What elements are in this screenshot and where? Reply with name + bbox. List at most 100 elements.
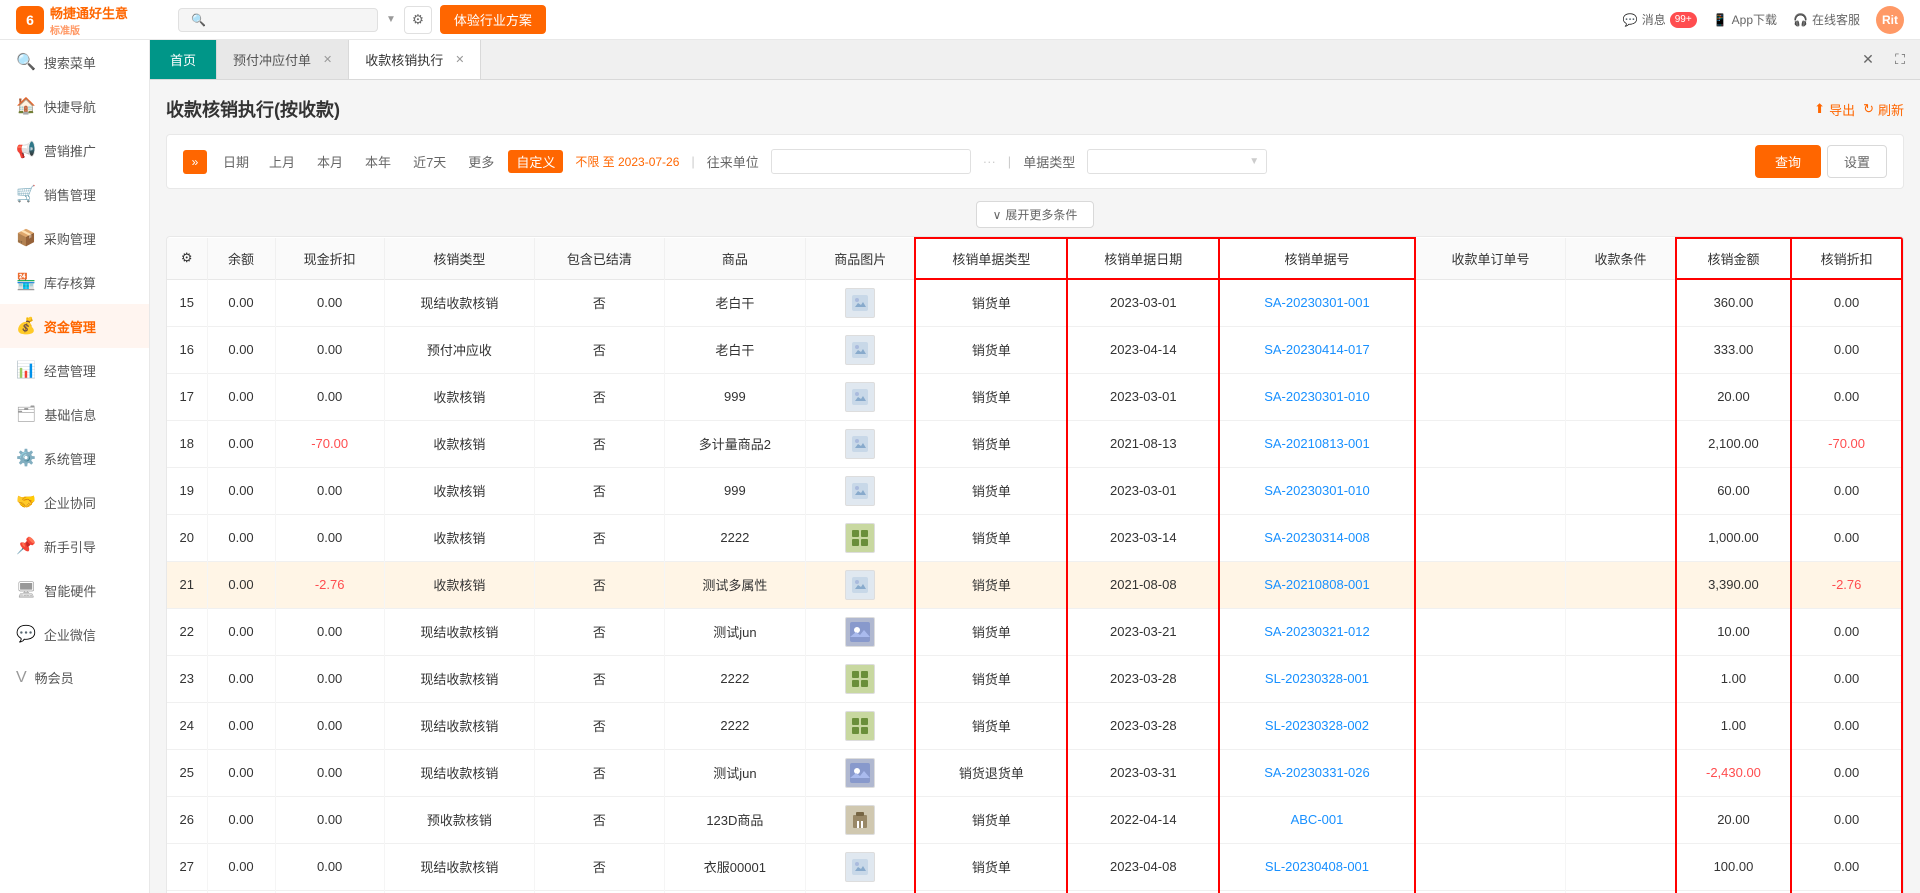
sidebar-item-guide[interactable]: 📌 新手引导	[0, 524, 149, 568]
settings-button[interactable]: 设置	[1827, 145, 1887, 178]
from-unit-input[interactable]	[771, 149, 971, 174]
cell-cancel-type: 收款核销	[384, 561, 534, 608]
date-more[interactable]: 更多	[460, 150, 502, 173]
export-button[interactable]: ⬆ 导出	[1814, 100, 1855, 119]
tab-prepay-close-icon[interactable]: ✕	[323, 53, 332, 66]
cell-cancel-bill-no[interactable]: SA-20210813-001	[1219, 420, 1414, 467]
sidebar-item-vip[interactable]: V 畅会员	[0, 656, 149, 699]
sidebar-item-nav[interactable]: 🏠 快捷导航	[0, 84, 149, 128]
avatar[interactable]: Rit	[1876, 6, 1904, 34]
cell-cancel-bill-no[interactable]: SA-20230414-017	[1219, 326, 1414, 373]
table-row: 190.000.00收款核销否999销货单2023-03-01SA-202303…	[167, 467, 1902, 514]
messages-label: 消息	[1642, 11, 1666, 28]
page-header: 收款核销执行(按收款) ⬆ 导出 ↻ 刷新	[166, 96, 1904, 122]
hardware-icon: 🖥	[16, 580, 36, 600]
industry-button[interactable]: 体验行业方案	[440, 5, 546, 34]
sidebar-item-inventory[interactable]: 🏪 库存核算	[0, 260, 149, 304]
goods-image	[845, 852, 875, 882]
sidebar-item-finance[interactable]: 💰 资金管理	[0, 304, 149, 348]
cell-cancel-amount: 2,100.00	[1676, 420, 1791, 467]
tab-cancel[interactable]: 收款核销执行 ✕	[349, 40, 481, 79]
sidebar-label-finance: 资金管理	[44, 317, 96, 336]
cell-goods: 999	[664, 467, 805, 514]
col-gear[interactable]: ⚙	[167, 238, 207, 279]
cell-cancel-discount: 0.00	[1791, 749, 1902, 796]
cell-cancel-amount: 20.00	[1676, 796, 1791, 843]
cell-cancel-amount: 3,390.00	[1676, 561, 1791, 608]
cell-cancel-bill-no[interactable]: SA-20230314-008	[1219, 514, 1414, 561]
cell-cancel-bill-no[interactable]: SA-20230301-010	[1219, 467, 1414, 514]
cell-cancel-bill-no[interactable]: SA-20230331-026	[1219, 749, 1414, 796]
col-cancel-discount: 核销折扣	[1791, 238, 1902, 279]
date-this-month[interactable]: 本月	[309, 150, 351, 173]
col-receipt-condition: 收款条件	[1566, 238, 1676, 279]
finance-icon: 💰	[16, 316, 36, 336]
sidebar-item-basic[interactable]: 🗂 基础信息	[0, 392, 149, 436]
cell-no: 27	[167, 843, 207, 890]
cell-cancel-type: 现结收款核销	[384, 279, 534, 326]
cell-cancel-bill-no[interactable]: SL-20230408-001	[1219, 843, 1414, 890]
refresh-button[interactable]: ↻ 刷新	[1863, 100, 1904, 119]
tab-home[interactable]: 首页	[150, 40, 217, 79]
date-custom[interactable]: 自定义	[508, 150, 563, 173]
cell-cancel-bill-type: 销货单	[915, 420, 1067, 467]
bill-type-input[interactable]	[1087, 149, 1267, 174]
sidebar-item-wechat[interactable]: 💬 企业微信	[0, 612, 149, 656]
sidebar-item-management[interactable]: 📊 经营管理	[0, 348, 149, 392]
query-button[interactable]: 查询	[1755, 145, 1821, 178]
gear-button[interactable]: ⚙	[404, 6, 432, 34]
cell-cancel-bill-no[interactable]: SL-20230328-001	[1219, 655, 1414, 702]
inventory-icon: 🏪	[16, 272, 36, 292]
gear-settings-icon[interactable]: ⚙	[181, 250, 193, 265]
tab-close-btn[interactable]: ✕	[1856, 48, 1880, 72]
cell-cancel-bill-no[interactable]: SA-20210808-001	[1219, 561, 1414, 608]
sidebar-item-purchase[interactable]: 📦 采购管理	[0, 216, 149, 260]
sidebar-item-system[interactable]: ⚙️ 系统管理	[0, 436, 149, 480]
search-menu-icon: 🔍	[16, 52, 36, 72]
cell-cancel-bill-no[interactable]: ABC-001	[1219, 796, 1414, 843]
filter-expand-btn[interactable]: »	[183, 150, 207, 174]
tab-expand-btn[interactable]: ⛶	[1888, 48, 1912, 72]
cell-include-settled: 否	[535, 373, 665, 420]
cell-receipt-order-no	[1415, 561, 1566, 608]
cell-cancel-bill-type: 销货单	[915, 467, 1067, 514]
sidebar-item-marketing[interactable]: 📢 营销推广	[0, 128, 149, 172]
cell-cancel-bill-no[interactable]: SA-20230321-012	[1219, 608, 1414, 655]
dropdown-arrow-icon[interactable]: ▼	[386, 14, 396, 25]
cell-no: 20	[167, 514, 207, 561]
cell-balance: 0.00	[207, 420, 275, 467]
cell-cancel-bill-no[interactable]: SL-20230328-002	[1219, 702, 1414, 749]
messages-button[interactable]: 💬 消息 99+	[1623, 11, 1697, 28]
search-box[interactable]: 🔍	[178, 8, 378, 32]
tab-cancel-close-icon[interactable]: ✕	[455, 53, 464, 66]
main-content: 首页 预付冲应付单 ✕ 收款核销执行 ✕ ✕ ⛶ 收款核销执行(按收款)	[150, 40, 1920, 893]
cell-cancel-bill-no[interactable]: SA-20230301-001	[1219, 279, 1414, 326]
sidebar-item-search[interactable]: 🔍 搜索菜单	[0, 40, 149, 84]
cell-cancel-type: 预收款核销	[384, 796, 534, 843]
cell-cancel-bill-date: 2023-03-01	[1067, 279, 1219, 326]
filter-dots: ···	[983, 154, 996, 169]
date-last-month[interactable]: 上月	[261, 150, 303, 173]
cell-balance: 0.00	[207, 561, 275, 608]
expand-more-button[interactable]: ∨ 展开更多条件	[976, 201, 1095, 228]
sidebar-item-hardware[interactable]: 🖥 智能硬件	[0, 568, 149, 612]
tab-prepay[interactable]: 预付冲应付单 ✕	[217, 40, 349, 79]
date-7days[interactable]: 近7天	[405, 150, 454, 173]
goods-image	[845, 617, 875, 647]
cell-cancel-bill-no[interactable]: SA-20230301-010	[1219, 373, 1414, 420]
date-this-year[interactable]: 本年	[357, 150, 399, 173]
cell-goods-img	[805, 749, 915, 796]
cell-receipt-order-no	[1415, 655, 1566, 702]
table-header-row: ⚙ 余额 现金折扣 核销类型 包含已结清 商品 商品图片 核销单据类型 核销单据…	[167, 238, 1902, 279]
cell-no: 19	[167, 467, 207, 514]
sidebar-label-system: 系统管理	[44, 449, 96, 468]
cell-include-settled: 否	[535, 420, 665, 467]
sidebar-item-collab[interactable]: 🤝 企业协同	[0, 480, 149, 524]
online-service-button[interactable]: 🎧 在线客服	[1793, 11, 1860, 28]
cell-receipt-condition	[1566, 843, 1676, 890]
cell-cancel-bill-date: 2023-04-08	[1067, 843, 1219, 890]
sidebar-item-sales[interactable]: 🛒 销售管理	[0, 172, 149, 216]
cell-no: 22	[167, 608, 207, 655]
app-download-button[interactable]: 📱 App下载	[1713, 11, 1777, 28]
brand: 6 畅捷通好生意 标准版	[16, 3, 166, 37]
